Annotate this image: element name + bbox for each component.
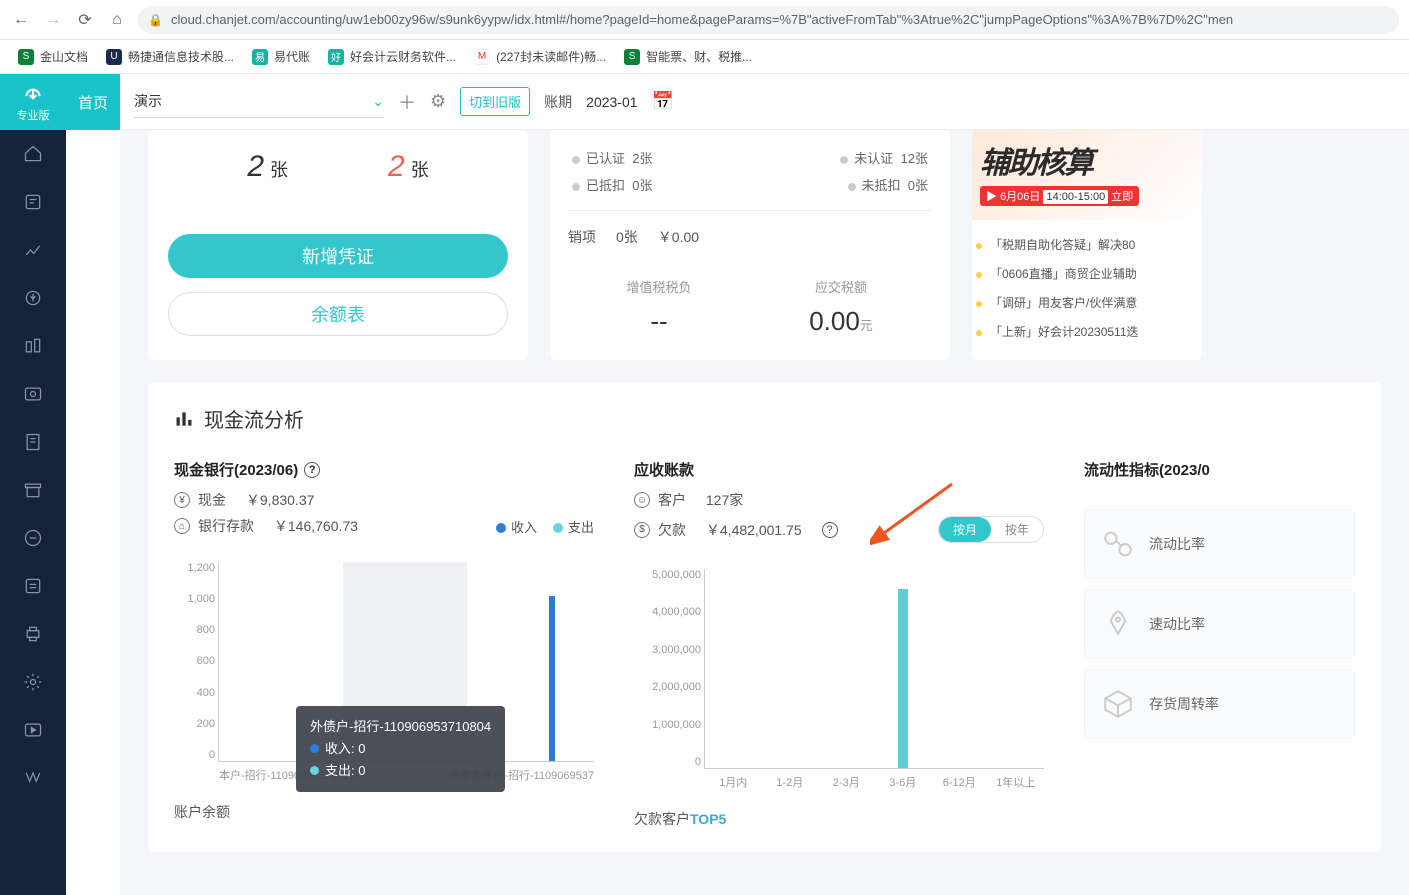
tax-summary-card: 已认证 2张 未认证 12张 已抵扣 0张 未抵扣 0张 销项 0张 ￥0.00 bbox=[550, 130, 950, 360]
promo-banner[interactable]: 辅助核算 ▶ 6月06日 14:00-15:00 立即 bbox=[972, 130, 1202, 220]
tax-burden-value: -- bbox=[568, 306, 750, 337]
bookmark-item[interactable]: 易易代账 bbox=[252, 48, 310, 65]
sidebar-item-settings[interactable] bbox=[0, 658, 66, 706]
liquidity-item[interactable]: 存货周转率 bbox=[1084, 670, 1355, 738]
sidebar-item-assets[interactable] bbox=[0, 322, 66, 370]
liquidity-item[interactable]: 流动比率 bbox=[1084, 510, 1355, 578]
person-icon: ☺ bbox=[634, 492, 650, 508]
sidebar-item-voucher[interactable] bbox=[0, 178, 66, 226]
page-tabs: 首页 bbox=[66, 74, 120, 895]
sidebar-item-funds[interactable] bbox=[0, 274, 66, 322]
receivables-chart[interactable]: 5,000,0004,000,0003,000,0002,000,0001,00… bbox=[704, 569, 1044, 769]
balance-sheet-button[interactable]: 余额表 bbox=[168, 292, 508, 336]
section-title: 现金流分析 bbox=[174, 404, 1355, 433]
browser-toolbar: ← → ⟳ ⌂ 🔒 cloud.chanjet.com/accounting/u… bbox=[0, 0, 1409, 40]
chart-tooltip: 外债户-招行-110906953710804 收入: 0 支出: 0 bbox=[296, 706, 505, 792]
org-name: 演示 bbox=[134, 91, 162, 111]
chart-y-axis: 1,2001,0008006004002000 bbox=[171, 562, 215, 761]
sale-amount: ￥0.00 bbox=[658, 227, 699, 247]
promo-item[interactable]: 「税期自助化答疑」解决80 bbox=[972, 230, 1202, 259]
sidebar-item-tax[interactable] bbox=[0, 514, 66, 562]
lock-icon: 🔒 bbox=[148, 13, 163, 27]
sidebar-item-vip[interactable] bbox=[0, 754, 66, 802]
top-toolbar: 演示 ⌄ ＋ ⚙ 切到旧版 账期 2023-01 📅 bbox=[120, 74, 1409, 130]
gear-icon[interactable]: ⚙ bbox=[430, 91, 446, 112]
sidebar-item-video[interactable] bbox=[0, 706, 66, 754]
promo-item[interactable]: 「调研」用友客户/伙伴满意 bbox=[972, 288, 1202, 317]
switch-old-version-button[interactable]: 切到旧版 bbox=[460, 87, 530, 116]
promo-item[interactable]: 「上新」好会计20230511迭 bbox=[972, 317, 1202, 346]
tax-payable-value: 0.00 bbox=[809, 306, 860, 336]
tab-home[interactable]: 首页 bbox=[66, 74, 120, 130]
receivables-block: 应收账款 ☺客户 127家 $欠款 ￥4,482,001.75 ? 按月按年 5… bbox=[634, 459, 1044, 829]
debt-icon: $ bbox=[634, 522, 650, 538]
voucher-summary-card: 2张 2张 新增凭证 余额表 bbox=[148, 130, 528, 360]
chevron-down-icon: ⌄ bbox=[372, 93, 384, 110]
help-icon[interactable]: ? bbox=[304, 462, 320, 478]
promo-item[interactable]: 「0606直播」商贸企业辅助 bbox=[972, 259, 1202, 288]
browser-home-button[interactable]: ⌂ bbox=[106, 9, 128, 31]
chart-footer: 欠款客户TOP5 bbox=[634, 809, 1044, 829]
sidebar-item-salary[interactable] bbox=[0, 370, 66, 418]
bookmark-item[interactable]: U畅捷通信息技术股... bbox=[106, 48, 234, 65]
sidebar-item-archive[interactable] bbox=[0, 466, 66, 514]
rocket-icon bbox=[1101, 607, 1135, 641]
bookmark-item[interactable]: S金山文档 bbox=[18, 48, 88, 65]
sidebar-item-print[interactable] bbox=[0, 610, 66, 658]
sidebar-item-transfer[interactable] bbox=[0, 562, 66, 610]
bar-chart-icon bbox=[174, 409, 194, 429]
owe-value: ￥4,482,001.75 bbox=[706, 520, 802, 540]
cash-value: ￥9,830.37 bbox=[246, 490, 315, 510]
voucher-count-a: 2 bbox=[247, 150, 264, 183]
promo-list: 「税期自助化答疑」解决80 「0606直播」商贸企业辅助 「调研」用友客户/伙伴… bbox=[972, 230, 1202, 346]
sidebar-item-report[interactable] bbox=[0, 226, 66, 274]
chart-x-axis: 1月内 1-2月 2-3月 3-6月 6-12月 1年以上 bbox=[705, 774, 1044, 790]
chart-y-axis: 5,000,0004,000,0003,000,0002,000,0001,00… bbox=[631, 569, 701, 768]
help-icon[interactable]: ? bbox=[822, 522, 838, 538]
new-voucher-button[interactable]: 新增凭证 bbox=[168, 234, 508, 278]
period-value: 2023-01 bbox=[586, 94, 637, 110]
promo-card: 辅助核算 ▶ 6月06日 14:00-15:00 立即 「税期自助化答疑」解决8… bbox=[972, 130, 1202, 360]
customer-count: 127家 bbox=[706, 490, 743, 510]
bookmark-item[interactable]: 好好会计云财务软件... bbox=[328, 48, 456, 65]
period-label: 账期 bbox=[544, 92, 572, 112]
period-toggle[interactable]: 按月按年 bbox=[938, 516, 1044, 543]
browser-refresh-button[interactable]: ⟳ bbox=[74, 9, 96, 31]
tooltip-title: 外债户-招行-110906953710804 bbox=[310, 716, 491, 738]
bookmark-item[interactable]: M(227封未读邮件)畅... bbox=[474, 48, 606, 65]
logo-label: 专业版 bbox=[17, 107, 50, 123]
liquidity-item[interactable]: 速动比率 bbox=[1084, 590, 1355, 658]
sale-count: 0张 bbox=[616, 227, 638, 247]
bookmarks-bar: S金山文档 U畅捷通信息技术股... 易易代账 好好会计云财务软件... M(2… bbox=[0, 40, 1409, 74]
sidebar-item-invoice[interactable] bbox=[0, 418, 66, 466]
address-bar[interactable]: 🔒 cloud.chanjet.com/accounting/uw1eb00zy… bbox=[138, 6, 1399, 34]
url-text: cloud.chanjet.com/accounting/uw1eb00zy96… bbox=[171, 12, 1233, 27]
deposit-value: ￥146,760.73 bbox=[274, 516, 358, 536]
bookmark-item[interactable]: S智能票、财、税推... bbox=[624, 48, 752, 65]
yen-icon: ¥ bbox=[174, 492, 190, 508]
calendar-icon[interactable]: 📅 bbox=[652, 91, 674, 112]
app-logo[interactable]: 专业版 bbox=[0, 74, 66, 130]
sidebar-nav: 专业版 bbox=[0, 74, 66, 895]
chart-footer: 账户余额 bbox=[174, 802, 594, 822]
ratio-icon bbox=[1101, 527, 1135, 561]
liquidity-block: 流动性指标(2023/0 流动比率 速动比率 存货周转率 bbox=[1084, 459, 1355, 829]
add-icon[interactable]: ＋ bbox=[398, 89, 416, 115]
org-selector[interactable]: 演示 ⌄ bbox=[134, 86, 384, 118]
sidebar-item-home[interactable] bbox=[0, 130, 66, 178]
browser-forward-button[interactable]: → bbox=[42, 9, 64, 31]
browser-back-button[interactable]: ← bbox=[10, 9, 32, 31]
sale-label: 销项 bbox=[568, 227, 596, 247]
box-icon bbox=[1101, 687, 1135, 721]
voucher-count-b: 2 bbox=[388, 150, 405, 183]
bank-icon: ⌂ bbox=[174, 518, 190, 534]
